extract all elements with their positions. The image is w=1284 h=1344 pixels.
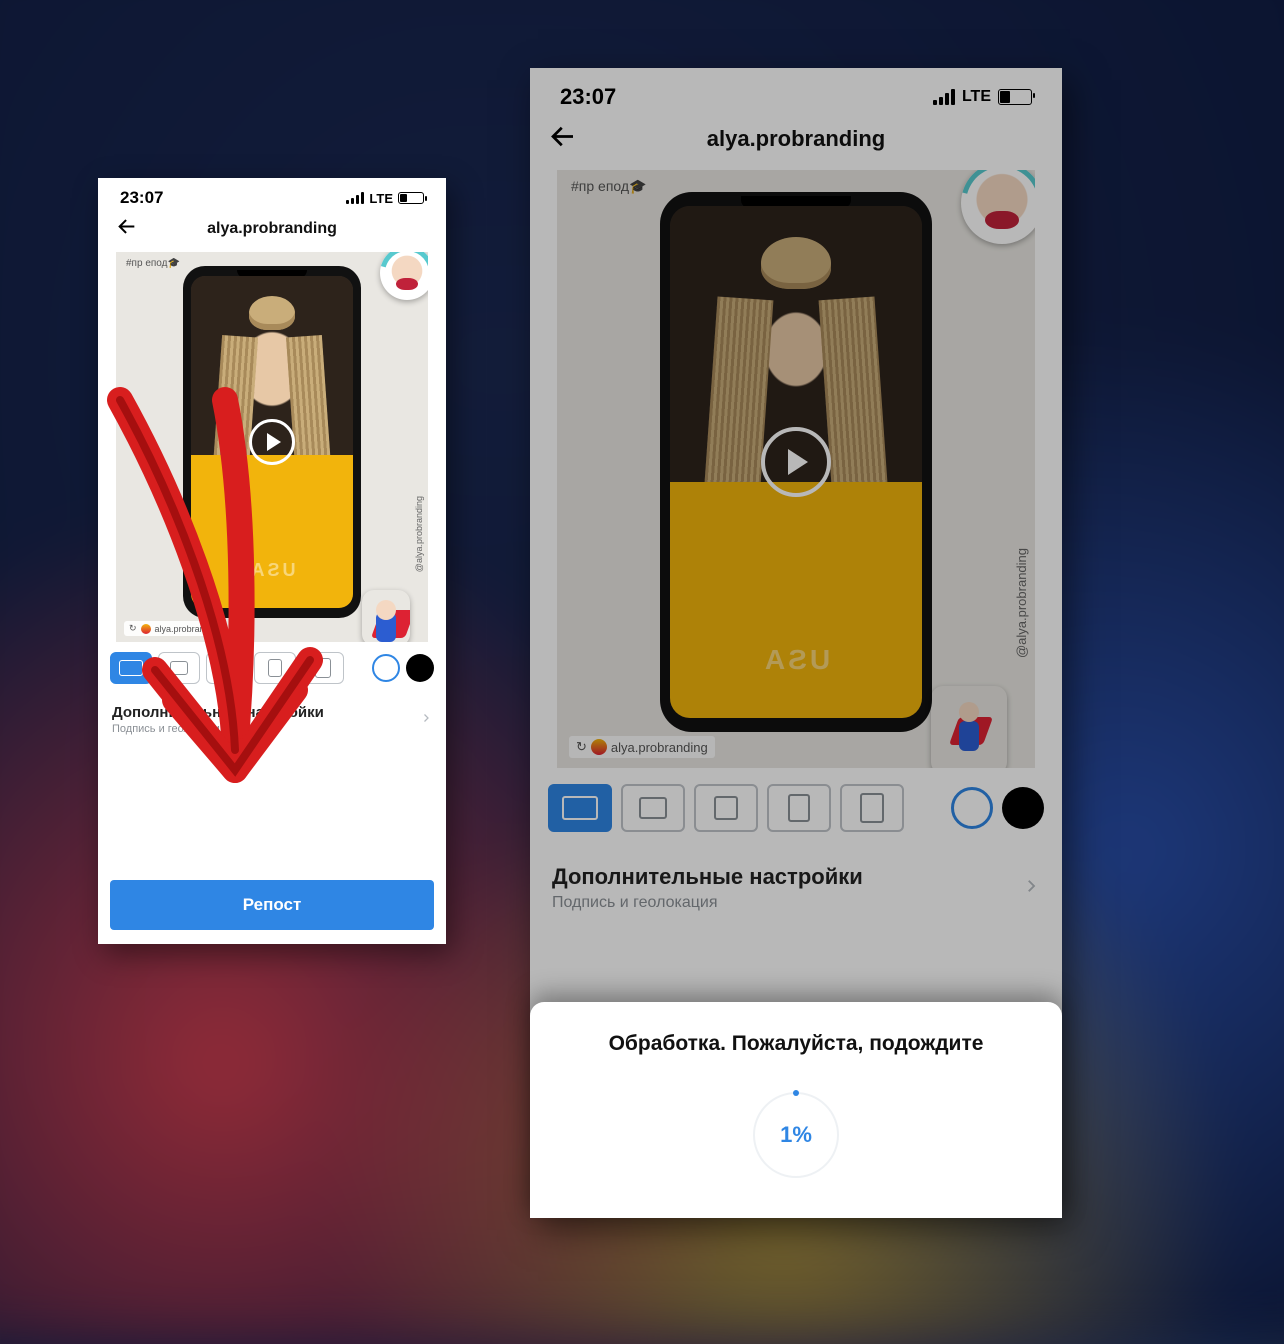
additional-settings-row[interactable]: Дополнительные настройки Подпись и геоло… [98,690,446,741]
preview-hashtag: #пр епод🎓 [126,258,180,269]
phone-frame-graphic: USA [183,266,361,618]
settings-title: Дополнительные настройки [112,704,324,721]
back-button[interactable] [116,216,138,243]
sticker-face-icon [380,252,428,300]
shirt-text: USA [670,644,922,676]
back-button[interactable] [548,122,578,157]
format-option-4[interactable] [767,784,831,832]
additional-settings-row[interactable]: Дополнительные настройки Подпись и геоло… [530,842,1062,922]
preview-hashtag: #пр епод🎓 [571,178,647,195]
processing-modal: Обработка. Пожалуйста, подождите 1% [530,1002,1062,1218]
repost-glyph-icon: ↻ [129,623,137,634]
settings-title: Дополнительные настройки [552,864,863,890]
phone-frame-graphic: USA [660,192,932,732]
progress-spinner: 1% [753,1092,839,1178]
status-bar: 23:07 LTE [530,68,1062,116]
status-time: 23:07 [120,188,163,208]
battery-icon [998,89,1032,105]
play-icon [249,419,295,465]
status-right: LTE [346,191,424,206]
format-option-3[interactable] [694,784,758,832]
battery-icon [398,192,424,204]
repost-attribution: ↻ alya.probranding [124,621,227,636]
repost-username: alya.probranding [611,740,708,755]
repost-glyph-icon: ↻ [576,739,587,755]
phone-right: 23:07 LTE alya.probranding #пр епод🎓 @al… [530,68,1062,1218]
avatar-icon [591,739,607,755]
signal-icon [933,89,955,105]
post-preview[interactable]: #пр епод🎓 @alya.probranding USA ↻ alya.p… [116,252,428,642]
play-icon [761,427,831,497]
format-option-5[interactable] [302,652,344,684]
modal-title: Обработка. Пожалуйста, подождите [550,1032,1042,1056]
format-option-4[interactable] [254,652,296,684]
status-time: 23:07 [560,84,616,110]
format-option-3[interactable] [206,652,248,684]
title-row: alya.probranding [530,116,1062,162]
format-option-1[interactable] [548,784,612,832]
settings-subtitle: Подпись и геолокация [552,894,863,912]
preview-side-user: @alya.probranding [414,496,424,572]
repost-attribution: ↻ alya.probranding [569,736,715,758]
chevron-right-icon [420,711,432,729]
page-title: alya.probranding [707,126,885,152]
repost-button-label: Репост [243,895,302,915]
phone-left: 23:07 LTE alya.probranding #пр епод🎓 @al… [98,178,446,944]
preview-side-user: @alya.probranding [1014,548,1029,658]
repost-button[interactable]: Репост [110,880,434,930]
settings-subtitle: Подпись и геолокация [112,723,324,735]
status-bar: 23:07 LTE [98,178,446,212]
color-option-white[interactable] [372,654,400,682]
format-option-5[interactable] [840,784,904,832]
signal-icon [346,192,364,204]
progress-percent: 1% [780,1122,812,1148]
status-right: LTE [933,88,1032,106]
color-option-white[interactable] [951,787,993,829]
avatar-icon [141,624,151,634]
network-label: LTE [962,88,991,106]
sticker-hero-icon [362,590,410,642]
format-row [530,768,1062,842]
sticker-hero-icon [931,686,1007,768]
shirt-text: USA [191,560,353,581]
format-option-1[interactable] [110,652,152,684]
network-label: LTE [369,191,393,206]
post-preview[interactable]: #пр епод🎓 @alya.probranding USA ↻ alya.p… [557,170,1035,768]
title-row: alya.probranding [98,212,446,246]
format-option-2[interactable] [158,652,200,684]
repost-username: alya.probranding [155,624,222,634]
sticker-face-icon [961,170,1035,244]
color-option-black[interactable] [406,654,434,682]
format-row [98,642,446,690]
page-title: alya.probranding [207,220,337,238]
format-option-2[interactable] [621,784,685,832]
chevron-right-icon [1022,877,1040,900]
color-option-black[interactable] [1002,787,1044,829]
